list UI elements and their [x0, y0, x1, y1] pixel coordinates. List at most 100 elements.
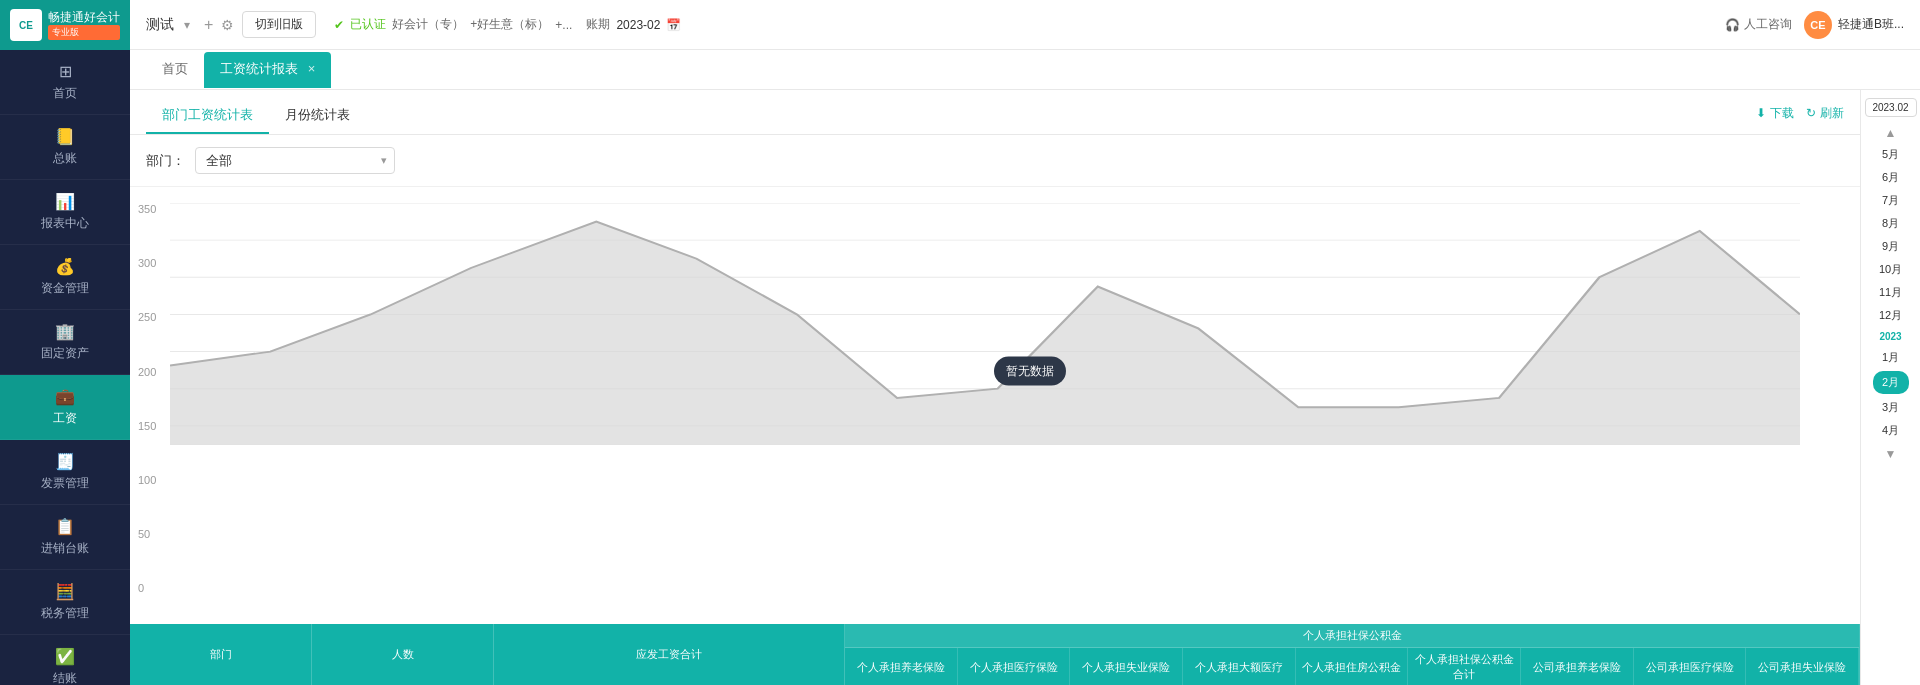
sidebar-item-label: 资金管理: [41, 280, 89, 297]
consult-button[interactable]: 🎧 人工咨询: [1725, 16, 1792, 33]
calendar-icon[interactable]: 📅: [666, 18, 681, 32]
tab-bar: 首页 工资统计报表 ×: [130, 50, 1920, 90]
download-button[interactable]: ⬇ 下载: [1756, 105, 1794, 122]
sidebar-item-invoices[interactable]: 🧾 发票管理: [0, 440, 130, 505]
month-item[interactable]: 11月: [1861, 281, 1920, 304]
sidebar-item-label: 进销台账: [41, 540, 89, 557]
refresh-icon: ↻: [1806, 106, 1816, 120]
main-area: 测试 ▾ + ⚙ 切到旧版 ✔ 已认证 好会计（专） +好生意（标） +... …: [130, 0, 1920, 685]
switch-version-button[interactable]: 切到旧版: [242, 11, 316, 38]
company-name: 测试: [146, 16, 174, 34]
invoices-icon: 🧾: [55, 452, 75, 471]
th-col: 个人承担失业保险: [1070, 648, 1183, 685]
nav-up-button[interactable]: ▲: [1881, 123, 1901, 143]
th-col: 公司承担医疗保险: [1634, 648, 1747, 685]
avatar: CE: [1804, 11, 1832, 39]
status-good-biz: +好生意（标）: [470, 16, 549, 33]
sidebar-item-funds[interactable]: 💰 资金管理: [0, 245, 130, 310]
th-col: 个人承担大额医疗: [1183, 648, 1296, 685]
th-col: 个人承担社保公积金合计: [1408, 648, 1521, 685]
content-area: 部门工资统计表 月份统计表 ⬇ 下载 ↻ 刷新: [130, 90, 1920, 685]
content-main: 部门工资统计表 月份统计表 ⬇ 下载 ↻ 刷新: [130, 90, 1860, 685]
logo-text: 畅捷通好会计: [48, 10, 120, 26]
company-dropdown-icon[interactable]: ▾: [184, 18, 190, 32]
sidebar-item-label: 工资: [53, 410, 77, 427]
month-item[interactable]: 2月: [1873, 371, 1909, 394]
table-header: 部门 人数 应发工资合计 个人承担社保公积金 个人承担养老保险个人承担医疗保险个…: [130, 624, 1860, 685]
sidebar-item-home[interactable]: ⊞ 首页: [0, 50, 130, 115]
date-input[interactable]: [1865, 98, 1917, 117]
sidebar-item-tax[interactable]: 🧮 税务管理: [0, 570, 130, 635]
user-menu[interactable]: CE 轻捷通B班...: [1804, 11, 1904, 39]
month-item[interactable]: 10月: [1861, 258, 1920, 281]
logo-icon: CE: [10, 9, 42, 41]
sidebar-item-label: 税务管理: [41, 605, 89, 622]
month-item[interactable]: 5月: [1861, 143, 1920, 166]
download-icon: ⬇: [1756, 106, 1766, 120]
sidebar-item-settlement[interactable]: ✅结账: [0, 635, 130, 685]
headset-icon: 🎧: [1725, 18, 1740, 32]
username: 轻捷通B班...: [1838, 16, 1904, 33]
sidebar-item-label: 结账: [53, 670, 77, 685]
refresh-button[interactable]: ↻ 刷新: [1806, 105, 1844, 122]
dept-filter-select[interactable]: 全部 部门A 部门B: [195, 147, 395, 174]
header: 测试 ▾ + ⚙ 切到旧版 ✔ 已认证 好会计（专） +好生意（标） +... …: [130, 0, 1920, 50]
th-col: 个人承担住房公积金: [1296, 648, 1409, 685]
month-item[interactable]: 12月: [1861, 304, 1920, 327]
month-item[interactable]: 2023: [1861, 327, 1920, 346]
month-item[interactable]: 8月: [1861, 212, 1920, 235]
sidebar: CE 畅捷通好会计 专业版 ⊞ 首页 📒 总账 📊 报表中心 💰 资金管理 🏢固定资产 💼 工资 🧾 发…: [0, 0, 130, 685]
sidebar-item-label: 固定资产: [41, 345, 89, 362]
th-col: 个人承担养老保险: [845, 648, 958, 685]
nav-down-button[interactable]: ▼: [1881, 444, 1901, 464]
home-icon: ⊞: [59, 62, 72, 81]
th-group-cols: 个人承担养老保险个人承担医疗保险个人承担失业保险个人承担大额医疗个人承担住房公积…: [845, 648, 1859, 685]
th-dept: 部门: [130, 624, 312, 685]
month-item[interactable]: 1月: [1861, 346, 1920, 369]
app-logo: CE 畅捷通好会计 专业版: [0, 0, 130, 50]
settings-icon[interactable]: ⚙: [221, 17, 234, 33]
status-more: +...: [555, 18, 572, 32]
period-label: 账期: [586, 16, 610, 33]
month-item[interactable]: 4月: [1861, 419, 1920, 442]
month-item[interactable]: 7月: [1861, 189, 1920, 212]
sidebar-item-label: 总账: [53, 150, 77, 167]
status-certified: 已认证: [350, 16, 386, 33]
subtab-month[interactable]: 月份统计表: [269, 100, 366, 134]
filter-row: 部门： 全部 部门A 部门B ▾: [130, 135, 1860, 187]
payroll-icon: 💼: [55, 387, 75, 406]
sidebar-item-general-ledger[interactable]: 📒 总账: [0, 115, 130, 180]
right-panel: ▲ 5月6月7月8月9月10月11月12月20231月2月3月4月▼: [1860, 90, 1920, 685]
th-col: 公司承担失业保险: [1746, 648, 1859, 685]
sidebar-item-label: 首页: [53, 85, 77, 102]
th-col: 个人承担医疗保险: [958, 648, 1071, 685]
chart-area: 350 300 250 200 150 100 50 0: [130, 187, 1860, 624]
subtab-bar: 部门工资统计表 月份统计表 ⬇ 下载 ↻ 刷新: [130, 90, 1860, 135]
sidebar-item-payroll[interactable]: 💼 工资: [0, 375, 130, 440]
reports-icon: 📊: [55, 192, 75, 211]
tab-salary[interactable]: 工资统计报表 ×: [204, 52, 331, 88]
sidebar-item-fixed-assets[interactable]: 🏢固定资产: [0, 310, 130, 375]
tax-icon: 🧮: [55, 582, 75, 601]
sidebar-item-sales-ledger[interactable]: 📋进销台账: [0, 505, 130, 570]
month-item[interactable]: 3月: [1861, 396, 1920, 419]
subtab-dept[interactable]: 部门工资统计表: [146, 100, 269, 134]
th-headcount: 人数: [312, 624, 494, 685]
sidebar-item-label: 报表中心: [41, 215, 89, 232]
th-total-salary: 应发工资合计: [494, 624, 845, 685]
tab-close-icon[interactable]: ×: [308, 61, 316, 76]
chart-y-labels: 350 300 250 200 150 100 50 0: [138, 203, 156, 594]
th-group-label: 个人承担社保公积金: [845, 624, 1859, 648]
chart-svg: [170, 203, 1800, 463]
add-icon[interactable]: +: [204, 16, 213, 34]
tab-home[interactable]: 首页: [146, 52, 204, 88]
status-good-account: 好会计（专）: [392, 16, 464, 33]
month-item[interactable]: 9月: [1861, 235, 1920, 258]
sidebar-item-reports[interactable]: 📊 报表中心: [0, 180, 130, 245]
sidebar-item-label: 发票管理: [41, 475, 89, 492]
funds-icon: 💰: [55, 257, 75, 276]
month-item[interactable]: 6月: [1861, 166, 1920, 189]
sidebar-nav: ⊞ 首页 📒 总账 📊 报表中心 💰 资金管理 🏢固定资产 💼 工资 🧾 发票管理 📋进销台账 🧮 税务管理 ✅…: [0, 50, 130, 685]
period-value: 2023-02: [616, 18, 660, 32]
general-ledger-icon: 📒: [55, 127, 75, 146]
